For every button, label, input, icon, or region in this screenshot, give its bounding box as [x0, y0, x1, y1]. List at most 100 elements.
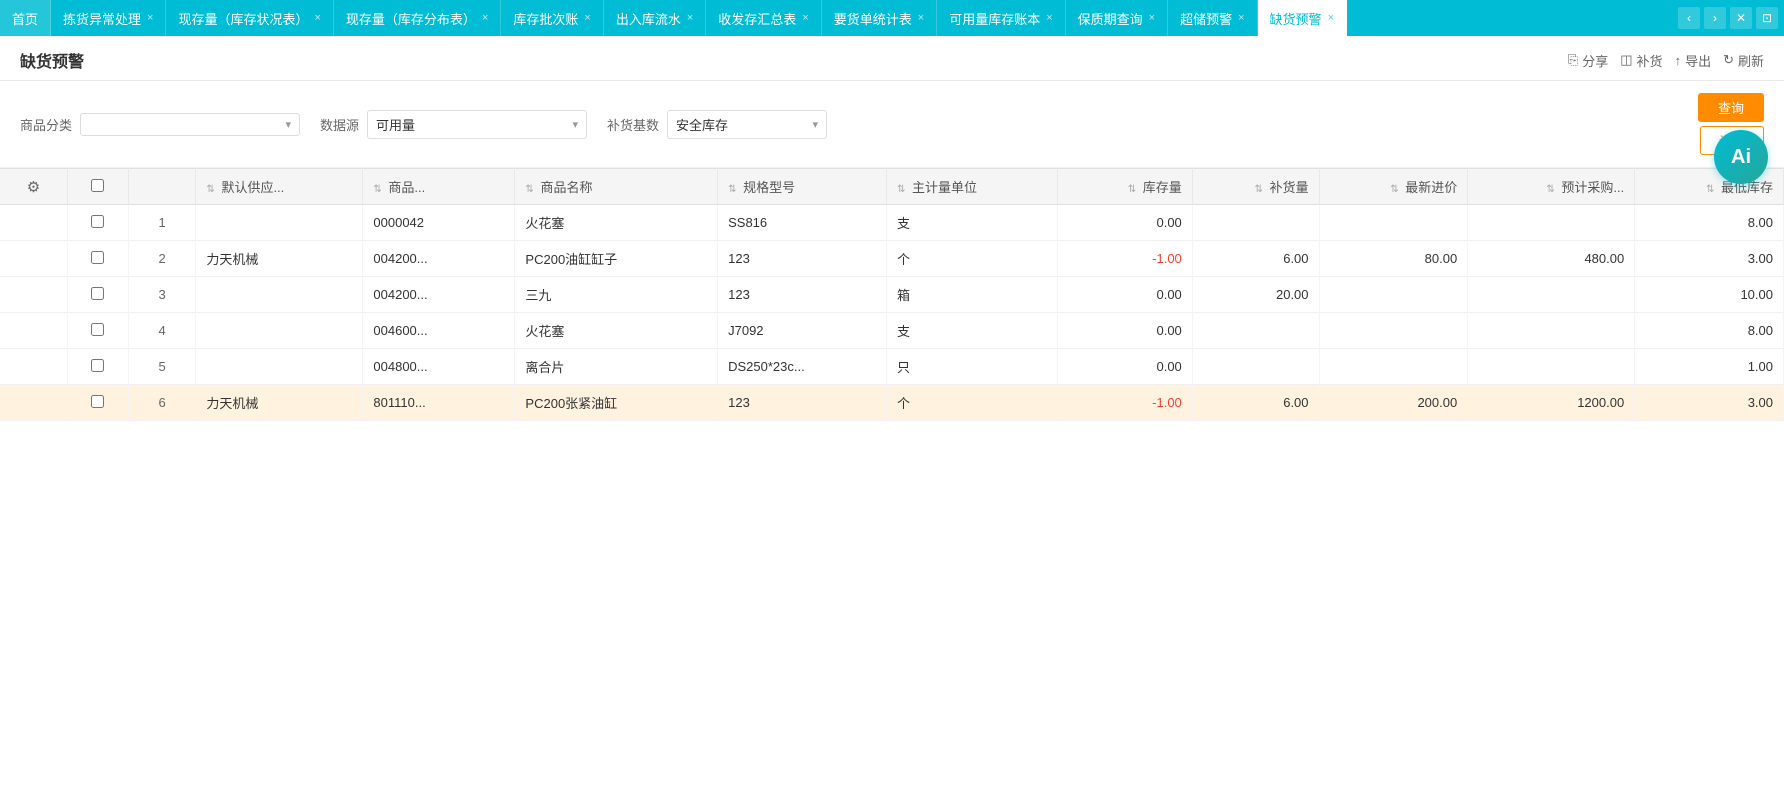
datasource-select[interactable]: 可用量 ▾: [367, 110, 587, 139]
nav-close[interactable]: ×: [1149, 12, 1155, 24]
export-action[interactable]: ↑ 导出: [1675, 51, 1712, 70]
sort-icon-min: ⇅: [1706, 184, 1714, 195]
nav-label: 拣货异常处理: [63, 9, 141, 28]
col-header-check: [68, 169, 129, 205]
nav-close[interactable]: ×: [1238, 12, 1244, 24]
row-num-4: 5: [128, 349, 196, 385]
col-header-name[interactable]: ⇅ 商品名称: [515, 169, 718, 205]
col-header-est[interactable]: ⇅ 预计采购...: [1468, 169, 1635, 205]
nav-prev-btn[interactable]: ‹: [1678, 7, 1700, 29]
refresh-icon: ↻: [1723, 52, 1734, 68]
row-min-0: 8.00: [1635, 205, 1784, 241]
row-est-5: 1200.00: [1468, 385, 1635, 421]
row-spec-1: 123: [718, 241, 887, 277]
row-price-0: [1319, 205, 1468, 241]
replenish-base-select[interactable]: 安全库存 ▾: [667, 110, 827, 139]
row-min-2: 10.00: [1635, 277, 1784, 313]
nav-close[interactable]: ×: [147, 12, 153, 24]
sort-icon-replenish: ⇅: [1255, 184, 1263, 195]
col-header-spec[interactable]: ⇅ 规格型号: [718, 169, 887, 205]
col-header-unit[interactable]: ⇅ 主计量单位: [887, 169, 1058, 205]
refresh-action[interactable]: ↻ 刷新: [1723, 51, 1764, 70]
row-name-1: PC200油缸缸子: [515, 241, 718, 277]
nav-close[interactable]: ×: [1046, 12, 1052, 24]
row-settings-3: [0, 313, 68, 349]
share-action[interactable]: ⎘ 分享: [1568, 51, 1608, 70]
row-replenish-1: 6.00: [1192, 241, 1319, 277]
row-checkbox-1[interactable]: [91, 251, 104, 264]
nav-current-dist[interactable]: 现存量（库存分布表） ×: [334, 0, 501, 36]
page-header: 缺货预警 ⎘ 分享 ◫ 补货 ↑ 导出 ↻ 刷新: [0, 36, 1784, 81]
nav-next-btn[interactable]: ›: [1704, 7, 1726, 29]
nav-overstock[interactable]: 超储预警 ×: [1168, 0, 1257, 36]
nav-close[interactable]: ×: [802, 12, 808, 24]
sort-icon-est: ⇅: [1546, 184, 1554, 195]
col-replenish-label: 补货量: [1270, 180, 1309, 195]
row-code-4: 004800...: [363, 349, 515, 385]
nav-close[interactable]: ×: [918, 12, 924, 24]
row-est-4: [1468, 349, 1635, 385]
row-min-1: 3.00: [1635, 241, 1784, 277]
row-stock-0: 0.00: [1057, 205, 1192, 241]
row-est-2: [1468, 277, 1635, 313]
category-filter-group: 商品分类 ▾: [20, 113, 300, 136]
row-name-3: 火花塞: [515, 313, 718, 349]
nav-close[interactable]: ×: [687, 12, 693, 24]
row-check-5: [68, 385, 129, 421]
row-spec-5: 123: [718, 385, 887, 421]
nav-flow[interactable]: 出入库流水 ×: [604, 0, 706, 36]
row-checkbox-4[interactable]: [91, 359, 104, 372]
nav-expiry[interactable]: 保质期查询 ×: [1066, 0, 1168, 36]
nav-defect-handle[interactable]: 拣货异常处理 ×: [51, 0, 166, 36]
row-stock-4: 0.00: [1057, 349, 1192, 385]
col-header-stock[interactable]: ⇅ 库存量: [1057, 169, 1192, 205]
nav-shortage[interactable]: 缺货预警 ×: [1258, 0, 1347, 36]
datasource-value: 可用量: [376, 115, 572, 134]
nav-available-ledger[interactable]: 可用量库存账本 ×: [937, 0, 1065, 36]
header-actions: ⎘ 分享 ◫ 补货 ↑ 导出 ↻ 刷新: [1568, 51, 1764, 70]
col-header-replenish[interactable]: ⇅ 补货量: [1192, 169, 1319, 205]
nav-close[interactable]: ×: [314, 12, 320, 24]
nav-home[interactable]: 首页: [0, 0, 51, 36]
nav-close-current-btn[interactable]: ✕: [1730, 7, 1752, 29]
row-check-4: [68, 349, 129, 385]
export-label: 导出: [1685, 51, 1711, 70]
select-all-checkbox[interactable]: [91, 179, 104, 192]
replenish-base-value: 安全库存: [676, 115, 812, 134]
nav-label: 现存量（库存分布表）: [346, 9, 476, 28]
ai-badge[interactable]: Ai: [1714, 130, 1768, 184]
nav-close[interactable]: ×: [1328, 12, 1334, 24]
row-checkbox-0[interactable]: [91, 215, 104, 228]
row-settings-0: [0, 205, 68, 241]
query-button[interactable]: 查询: [1698, 93, 1764, 122]
nav-label: 保质期查询: [1078, 9, 1143, 28]
nav-batch-account[interactable]: 库存批次账 ×: [501, 0, 603, 36]
nav-close[interactable]: ×: [482, 12, 488, 24]
col-header-price[interactable]: ⇅ 最新进价: [1319, 169, 1468, 205]
row-checkbox-2[interactable]: [91, 287, 104, 300]
replenish-action[interactable]: ◫ 补货: [1620, 51, 1662, 70]
nav-label: 缺货预警: [1270, 9, 1322, 28]
nav-demand-stat[interactable]: 要货单统计表 ×: [822, 0, 937, 36]
col-header-settings: ⚙: [0, 169, 68, 205]
nav-collect[interactable]: 收发存汇总表 ×: [706, 0, 821, 36]
row-num-1: 2: [128, 241, 196, 277]
row-spec-0: SS816: [718, 205, 887, 241]
category-select[interactable]: ▾: [80, 113, 300, 136]
nav-close[interactable]: ×: [584, 12, 590, 24]
top-nav: 首页 拣货异常处理 × 现存量（库存状况表） × 现存量（库存分布表） × 库存…: [0, 0, 1784, 36]
row-checkbox-3[interactable]: [91, 323, 104, 336]
export-icon: ↑: [1675, 53, 1682, 68]
sort-icon-name: ⇅: [525, 184, 533, 195]
table-row: 4 004600... 火花塞 J7092 支 0.00 8.00: [0, 313, 1784, 349]
nav-close-all-btn[interactable]: ⊡: [1756, 7, 1778, 29]
col-header-supplier[interactable]: ⇅ 默认供应...: [196, 169, 363, 205]
col-header-code[interactable]: ⇅ 商品...: [363, 169, 515, 205]
nav-current-status[interactable]: 现存量（库存状况表） ×: [166, 0, 333, 36]
row-price-4: [1319, 349, 1468, 385]
nav-label: 库存批次账: [513, 9, 578, 28]
row-num-5: 6: [128, 385, 196, 421]
row-name-4: 离合片: [515, 349, 718, 385]
table-gear-icon[interactable]: ⚙: [27, 179, 40, 196]
row-checkbox-5[interactable]: [91, 395, 104, 408]
